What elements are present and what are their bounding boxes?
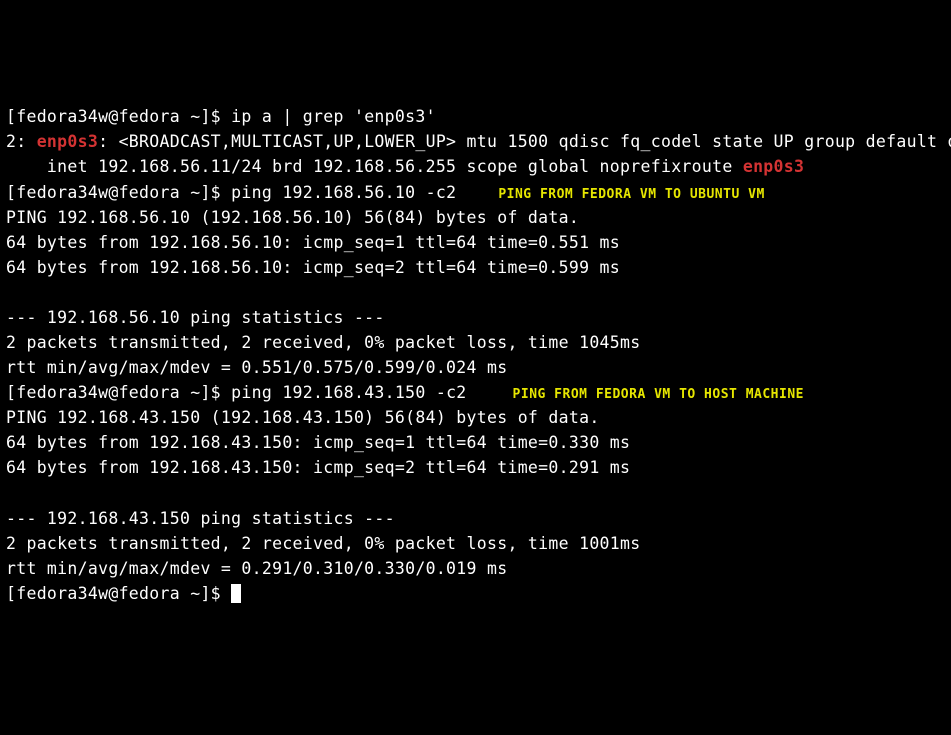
prompt: [fedora34w@fedora ~]$ [6, 107, 231, 126]
output-text: --- 192.168.56.10 ping statistics --- [6, 308, 385, 327]
output-text: 64 bytes from 192.168.43.150: icmp_seq=1… [6, 433, 630, 452]
output-text: inet 192.168.56.11/24 brd 192.168.56.255… [6, 157, 743, 176]
output-text: 64 bytes from 192.168.56.10: icmp_seq=2 … [6, 258, 620, 277]
output-text: 2 packets transmitted, 2 received, 0% pa… [6, 534, 641, 553]
output-text: : <BROADCAST,MULTICAST,UP,LOWER_UP> mtu … [98, 132, 951, 151]
annotation-ping-host: PING FROM FEDORA VM TO HOST MACHINE [513, 387, 804, 402]
terminal[interactable]: [fedora34w@fedora ~]$ ip a | grep 'enp0s… [6, 104, 945, 606]
output-text: 64 bytes from 192.168.56.10: icmp_seq=1 … [6, 233, 620, 252]
prompt: [fedora34w@fedora ~]$ [6, 584, 231, 603]
output-text: 64 bytes from 192.168.43.150: icmp_seq=2… [6, 458, 630, 477]
output-text: rtt min/avg/max/mdev = 0.291/0.310/0.330… [6, 559, 507, 578]
output-text: PING 192.168.56.10 (192.168.56.10) 56(84… [6, 208, 579, 227]
command-text: ip a | grep 'enp0s3' [231, 107, 436, 126]
output-text: --- 192.168.43.150 ping statistics --- [6, 509, 395, 528]
interface-highlight: enp0s3 [743, 157, 804, 176]
command-text: ping 192.168.56.10 -c2 [231, 183, 456, 202]
interface-highlight: enp0s3 [37, 132, 98, 151]
output-text: 2 packets transmitted, 2 received, 0% pa… [6, 333, 641, 352]
annotation-ping-ubuntu: PING FROM FEDORA VM TO UBUNTU VM [498, 187, 764, 202]
output-text: 2: [6, 132, 37, 151]
command-text: ping 192.168.43.150 -c2 [231, 383, 466, 402]
prompt: [fedora34w@fedora ~]$ [6, 383, 231, 402]
cursor-block [231, 584, 241, 603]
prompt: [fedora34w@fedora ~]$ [6, 183, 231, 202]
output-text: rtt min/avg/max/mdev = 0.551/0.575/0.599… [6, 358, 507, 377]
output-text: PING 192.168.43.150 (192.168.43.150) 56(… [6, 408, 600, 427]
